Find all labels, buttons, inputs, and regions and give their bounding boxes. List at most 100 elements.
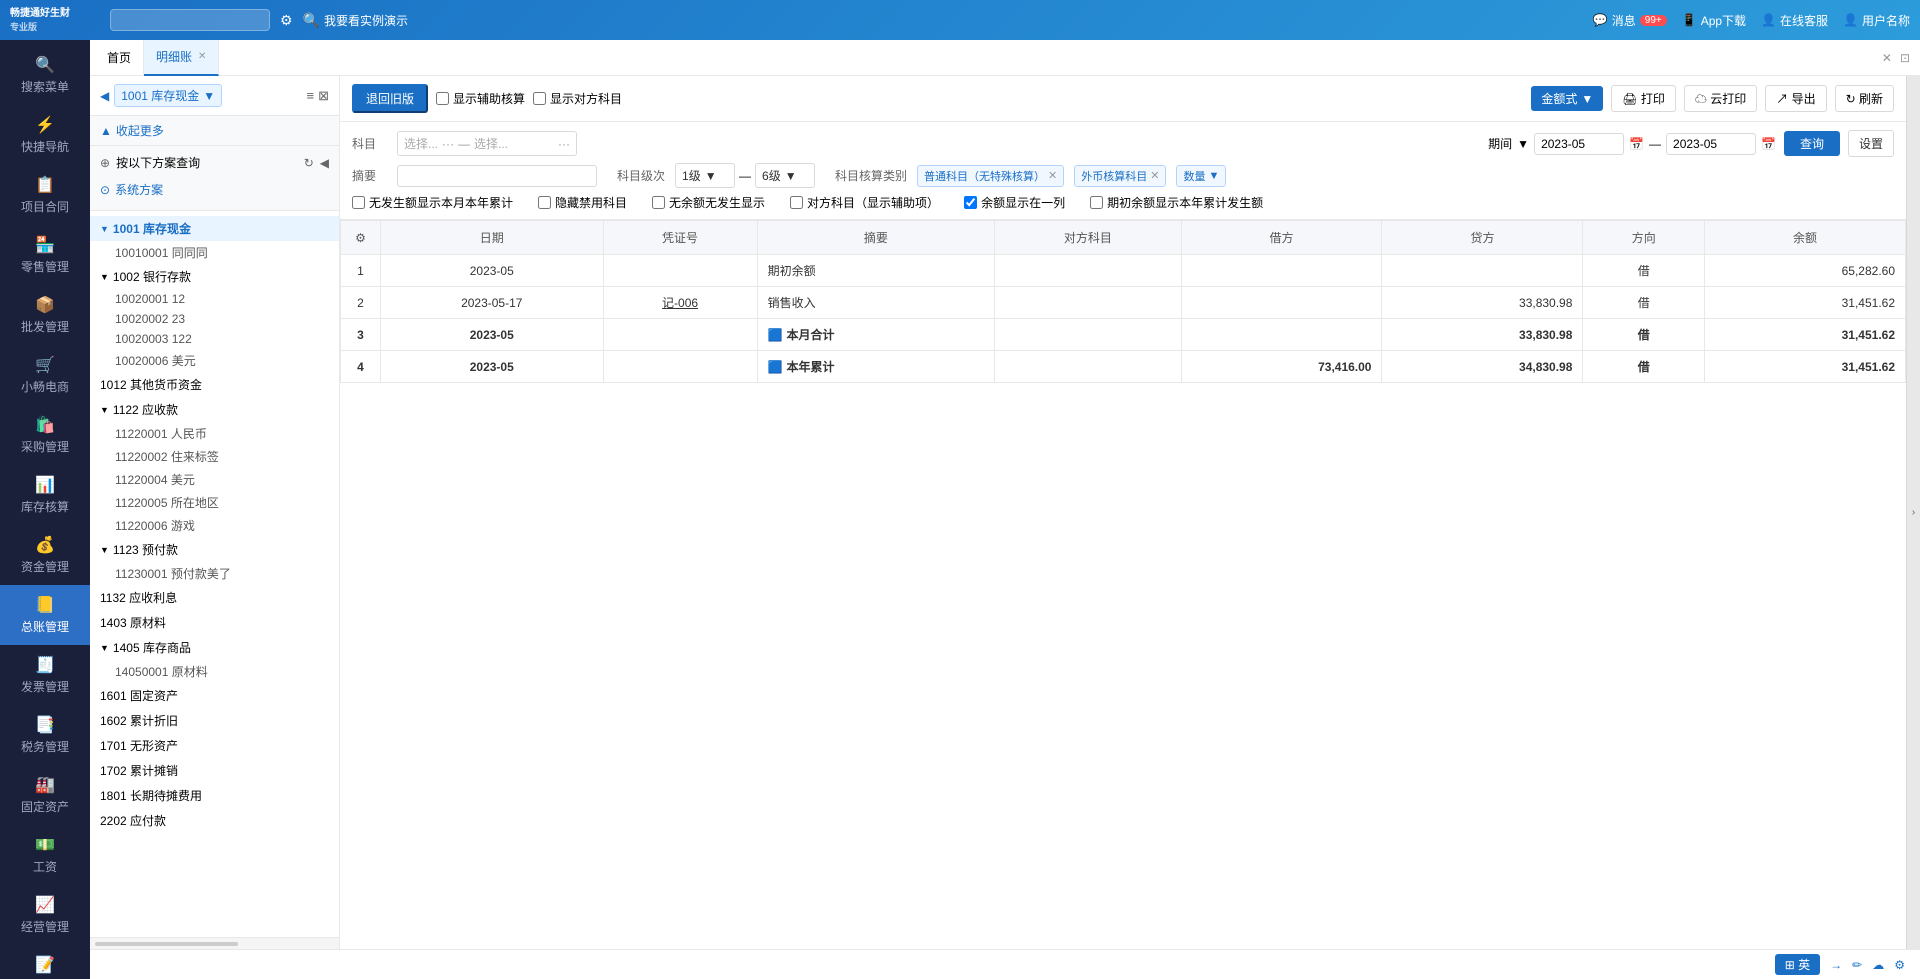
account-1801[interactable]: 1801 长期待摊费用 xyxy=(90,783,339,808)
row-2-voucher[interactable]: 记-006 xyxy=(603,287,757,319)
sidebar-item-assets[interactable]: 🏭 固定资产 xyxy=(0,765,90,825)
account-1001[interactable]: ▼ 1001 库存现金 xyxy=(90,216,339,241)
cloud-print-button[interactable]: ☁ 云打印 xyxy=(1684,85,1757,112)
no-opening-checkbox[interactable]: 期初余额显示本年累计发生额 xyxy=(1090,194,1263,211)
account-1405[interactable]: ▼ 1405 库存商品 xyxy=(90,635,339,660)
account-1601[interactable]: 1601 固定资产 xyxy=(90,683,339,708)
no-balance-checkbox[interactable]: 无余额无发生显示 xyxy=(652,194,765,211)
horizontal-scrollbar[interactable] xyxy=(95,942,238,946)
hide-disabled-checkbox[interactable]: 隐藏禁用科目 xyxy=(538,194,627,211)
tab-home[interactable]: 首页 xyxy=(95,40,144,76)
account-11230001[interactable]: 11230001 预付款美了 xyxy=(90,562,339,585)
subject-selector[interactable]: 1001 库存现金 ▼ xyxy=(114,84,222,107)
account-1403[interactable]: 1403 原材料 xyxy=(90,610,339,635)
sidebar-item-ecommerce[interactable]: 🛒 小畅电商 xyxy=(0,345,90,405)
settings-bottom-icon[interactable]: ⚙ xyxy=(1894,958,1905,972)
expand-button[interactable]: ▲ 收起更多 xyxy=(90,116,339,146)
message-button[interactable]: 💬 消息 99+ xyxy=(1593,12,1667,29)
export-button[interactable]: ↗ 导出 xyxy=(1765,85,1826,112)
account-1602[interactable]: 1602 累计折旧 xyxy=(90,708,339,733)
print-button[interactable]: 🖨 打印 xyxy=(1611,85,1676,112)
maximize-icon[interactable]: ⊡ xyxy=(1900,51,1910,65)
balance-one-col-checkbox[interactable]: 余额显示在一列 xyxy=(964,194,1065,211)
columns-icon[interactable]: ≡ xyxy=(307,88,315,104)
right-collapse-handle[interactable]: › xyxy=(1906,76,1920,949)
show-opposite-checkbox[interactable]: 显示对方科目 xyxy=(533,90,622,107)
account-11220006[interactable]: 11220006 游戏 xyxy=(90,514,339,537)
sidebar-item-sales-report[interactable]: 📝 小畅报销 xyxy=(0,945,90,979)
category-tag-ordinary[interactable]: 普通科目（无特殊核算） ✕ xyxy=(917,165,1064,187)
foreign-tag-close-icon[interactable]: ✕ xyxy=(1150,169,1159,182)
settings-gear-icon[interactable]: ⚙ xyxy=(280,12,293,29)
settings-button[interactable]: 设置 xyxy=(1848,130,1894,157)
refresh-button[interactable]: ↻ 刷新 xyxy=(1835,85,1894,112)
sidebar-item-general[interactable]: 📒 总账管理 xyxy=(0,585,90,645)
sidebar-item-tax[interactable]: 📑 税务管理 xyxy=(0,705,90,765)
summary-input[interactable] xyxy=(397,165,597,187)
level-start-select[interactable]: 1级 ▼ xyxy=(675,163,735,188)
arrow-icon[interactable]: → xyxy=(1830,958,1842,972)
account-2202[interactable]: 2202 应付款 xyxy=(90,808,339,833)
period-end-input[interactable] xyxy=(1666,133,1756,155)
opposite-checkbox[interactable]: 对方科目（显示辅助项） xyxy=(790,194,939,211)
category-tag-foreign[interactable]: 外币核算科目 ✕ xyxy=(1074,165,1166,187)
calendar-icon[interactable]: 📅 xyxy=(1629,137,1644,151)
account-11220004[interactable]: 11220004 美元 xyxy=(90,468,339,491)
return-old-button[interactable]: 退回旧版 xyxy=(352,84,428,113)
refresh-filter-icon[interactable]: ↻ xyxy=(304,156,314,170)
account-11220002[interactable]: 11220002 住来标签 xyxy=(90,445,339,468)
period-start-input[interactable] xyxy=(1534,133,1624,155)
fold-icon[interactable]: ⊠ xyxy=(318,88,329,104)
sidebar-item-search[interactable]: 🔍 搜索菜单 xyxy=(0,45,90,105)
account-1701[interactable]: 1701 无形资产 xyxy=(90,733,339,758)
sidebar-item-capital[interactable]: 💰 资金管理 xyxy=(0,525,90,585)
account-1012[interactable]: 1012 其他货币资金 xyxy=(90,372,339,397)
account-1132[interactable]: 1132 应收利息 xyxy=(90,585,339,610)
show-aux-checkbox[interactable]: 显示辅助核算 xyxy=(436,90,525,107)
account-10020003[interactable]: 10020003 122 xyxy=(90,329,339,349)
edit-icon[interactable]: ✏ xyxy=(1852,958,1862,972)
sidebar-item-invoice[interactable]: 🧾 发票管理 xyxy=(0,645,90,705)
account-11220001[interactable]: 11220001 人民币 xyxy=(90,422,339,445)
online-service-button[interactable]: 👤 在线客服 xyxy=(1761,12,1828,29)
account-14050001[interactable]: 14050001 原材料 xyxy=(90,660,339,683)
account-10020001[interactable]: 10020001 12 xyxy=(90,289,339,309)
account-1123[interactable]: ▼ 1123 预付款 xyxy=(90,537,339,562)
account-11220005[interactable]: 11220005 所在地区 xyxy=(90,491,339,514)
subject-select[interactable]: 选择... ··· — 选择... ··· xyxy=(397,131,577,156)
collapse-filter-icon[interactable]: ◀ xyxy=(320,156,329,170)
sidebar-item-salary[interactable]: 💵 工资 xyxy=(0,825,90,885)
top-search-input[interactable] xyxy=(110,9,270,31)
account-10010001[interactable]: 10010001 同同同 xyxy=(90,241,339,264)
app-download-button[interactable]: 📱 App下载 xyxy=(1682,12,1746,29)
sidebar-item-retail[interactable]: 🏪 零售管理 xyxy=(0,225,90,285)
account-10020006[interactable]: 10020006 美元 xyxy=(90,349,339,372)
sidebar-item-wholesale[interactable]: 📦 批发管理 xyxy=(0,285,90,345)
col-settings[interactable]: ⚙ xyxy=(341,221,381,255)
amount-style-button[interactable]: 金额式 ▼ xyxy=(1531,86,1603,111)
account-1702[interactable]: 1702 累计摊销 xyxy=(90,758,339,783)
calendar-end-icon[interactable]: 📅 xyxy=(1761,137,1776,151)
account-1002[interactable]: ▼ 1002 银行存款 xyxy=(90,264,339,289)
sidebar-item-contract[interactable]: 📋 项目合同 xyxy=(0,165,90,225)
tab-ledger[interactable]: 明细账 ✕ xyxy=(144,40,219,76)
sidebar-item-quicknav[interactable]: ⚡ 快捷导航 xyxy=(0,105,90,165)
cloud-icon[interactable]: ☁ xyxy=(1872,958,1884,972)
lang-switch-button[interactable]: ⊞ 英 xyxy=(1775,954,1820,975)
sidebar-item-inventory[interactable]: 📊 库存核算 xyxy=(0,465,90,525)
level-end-select[interactable]: 6级 ▼ xyxy=(755,163,815,188)
account-10020002[interactable]: 10020002 23 xyxy=(90,309,339,329)
back-arrow-icon[interactable]: ◀ xyxy=(100,89,109,103)
no-activity-checkbox[interactable]: 无发生额显示本月本年累计 xyxy=(352,194,513,211)
close-window-icon[interactable]: ✕ xyxy=(1882,51,1892,65)
sidebar-item-purchase[interactable]: 🛍️ 采购管理 xyxy=(0,405,90,465)
account-1122[interactable]: ▼ 1122 应收款 xyxy=(90,397,339,422)
quantity-tag[interactable]: 数量 ▼ xyxy=(1176,165,1226,187)
user-avatar[interactable]: 👤 用户名称 xyxy=(1843,12,1910,29)
query-button[interactable]: 查询 xyxy=(1784,131,1840,156)
sidebar-item-business[interactable]: 📈 经营管理 xyxy=(0,885,90,945)
system-scheme-button[interactable]: ⊙ 系统方案 xyxy=(100,177,329,202)
category-tag-close-icon[interactable]: ✕ xyxy=(1048,169,1057,182)
demo-link[interactable]: 🔍 我要看实例演示 xyxy=(303,12,408,29)
period-dropdown-icon[interactable]: ▼ xyxy=(1517,137,1529,151)
